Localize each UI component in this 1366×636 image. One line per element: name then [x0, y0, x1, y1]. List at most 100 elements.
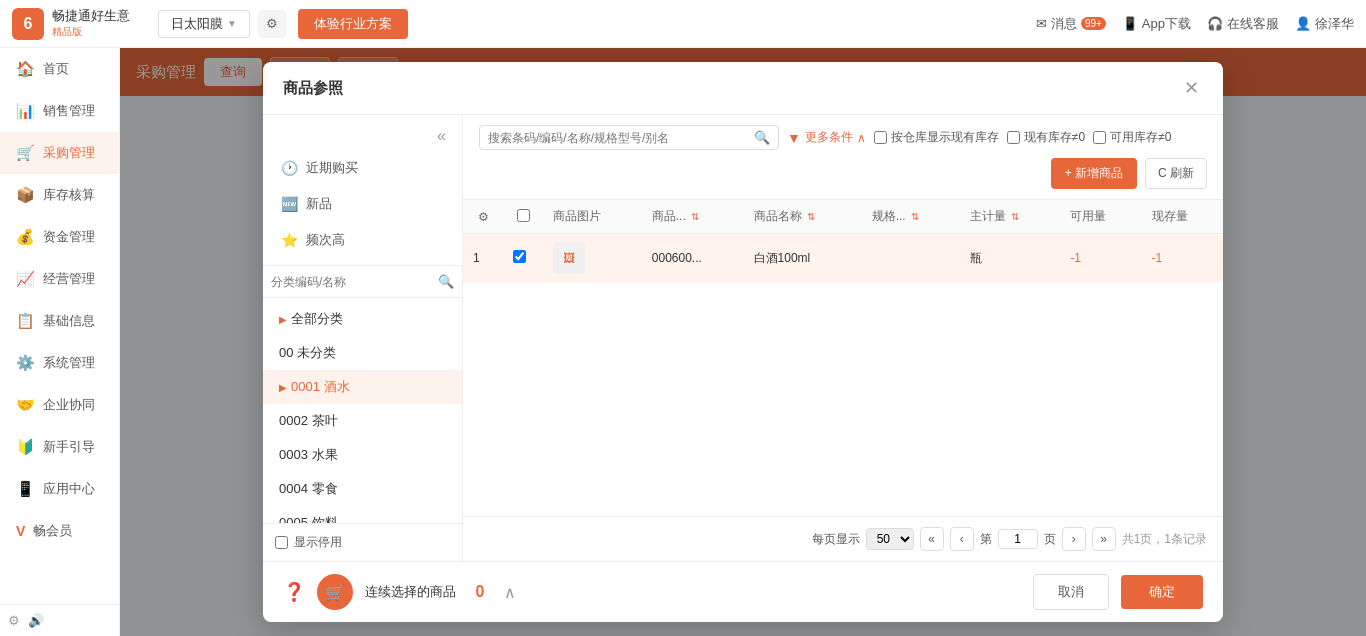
- display-disabled-checkbox[interactable]: [275, 536, 288, 549]
- category-item-all[interactable]: ▶ 全部分类: [263, 302, 462, 336]
- left-panel-tabs: « 🕐 近期购买 🆕 新品 ⭐: [263, 115, 462, 266]
- page-prev-button[interactable]: ‹: [950, 527, 974, 551]
- collapse-footer-icon[interactable]: ∧: [504, 583, 516, 602]
- page-number-input[interactable]: 1: [998, 529, 1038, 549]
- sidebar-item-operations[interactable]: 📈 经营管理: [0, 258, 119, 300]
- row-checkbox: [503, 234, 543, 283]
- select-all-checkbox[interactable]: [517, 209, 530, 222]
- sidebar-item-member[interactable]: V 畅会员: [0, 510, 119, 552]
- sort-icon-unit[interactable]: ⇅: [1011, 211, 1019, 222]
- tab-new-products[interactable]: 🆕 新品: [271, 187, 454, 221]
- warehouse-filter-checkbox[interactable]: 按仓库显示现有库存: [874, 129, 999, 146]
- left-panel: « 🕐 近期购买 🆕 新品 ⭐: [263, 115, 463, 561]
- category-search-row: 🔍: [263, 266, 462, 298]
- system-icon: ⚙️: [16, 354, 35, 372]
- settings-icon[interactable]: ⚙: [258, 10, 286, 38]
- dialog-footer: ❓ 🛒 连续选择的商品 0 ∧ 取消 确定: [263, 561, 1223, 622]
- sidebar-item-home[interactable]: 🏠 首页: [0, 48, 119, 90]
- collapse-left-button[interactable]: «: [429, 123, 454, 149]
- logo-text: 畅捷通好生意: [52, 8, 130, 25]
- category-search-input[interactable]: [271, 275, 434, 289]
- settings-bottom-icon[interactable]: ⚙: [8, 613, 20, 628]
- page-next-button[interactable]: ›: [1062, 527, 1086, 551]
- product-thumbnail: 🖼: [553, 242, 585, 274]
- sidebar-item-inventory[interactable]: 📦 库存核算: [0, 174, 119, 216]
- product-search-icon[interactable]: 🔍: [754, 130, 770, 145]
- tab-recent-purchase[interactable]: 🕐 近期购买: [271, 151, 454, 185]
- page-size-select[interactable]: 50: [866, 528, 914, 550]
- member-icon: V: [16, 523, 25, 539]
- sidebar-item-apps[interactable]: 📱 应用中心: [0, 468, 119, 510]
- inventory-icon: 📦: [16, 186, 35, 204]
- cancel-button[interactable]: 取消: [1033, 574, 1109, 610]
- category-item-drinks[interactable]: 0005 饮料: [263, 506, 462, 523]
- refresh-button[interactable]: C 刷新: [1145, 158, 1207, 189]
- col-spec: 规格... ⇅: [862, 200, 960, 234]
- new-icon: 🆕: [281, 196, 298, 212]
- online-service-button[interactable]: 🎧 在线客服: [1207, 15, 1279, 33]
- messages-button[interactable]: ✉ 消息 99+: [1036, 15, 1106, 33]
- sort-icon-spec[interactable]: ⇅: [911, 211, 919, 222]
- phone-icon: 📱: [1122, 16, 1138, 31]
- user-icon: 👤: [1295, 16, 1311, 31]
- nav-dropdown[interactable]: 日太阳膜 ▼: [158, 10, 250, 38]
- logo-area: 6 畅捷通好生意 精品版: [12, 8, 142, 40]
- col-code: 商品... ⇅: [642, 200, 744, 234]
- help-icon[interactable]: ❓: [283, 581, 305, 603]
- row-code: 000600...: [642, 234, 744, 283]
- category-item-fruit[interactable]: 0003 水果: [263, 438, 462, 472]
- category-list: ▶ 全部分类 00 未分类 ▶ 0001 酒水 0002 茶: [263, 298, 462, 523]
- app-download-button[interactable]: 📱 App下载: [1122, 15, 1191, 33]
- sidebar-item-guide[interactable]: 🔰 新手引导: [0, 426, 119, 468]
- page-last-button[interactable]: »: [1092, 527, 1116, 551]
- sidebar-item-system[interactable]: ⚙️ 系统管理: [0, 342, 119, 384]
- col-settings: ⚙: [463, 200, 503, 234]
- sort-icon-code[interactable]: ⇅: [691, 211, 699, 222]
- pagination-controls: 每页显示 50 « ‹ 第 1 页 › »: [812, 527, 1207, 551]
- user-avatar[interactable]: 👤 徐泽华: [1295, 15, 1354, 33]
- filter-icon: ▼: [787, 130, 801, 146]
- product-table: ⚙ 商品图片: [463, 200, 1223, 283]
- product-search-box: 🔍: [479, 125, 779, 150]
- category-item-tea[interactable]: 0002 茶叶: [263, 404, 462, 438]
- sort-icon-name[interactable]: ⇅: [807, 211, 815, 222]
- cart-button[interactable]: 🛒: [317, 574, 353, 610]
- enterprise-icon: 🤝: [16, 396, 35, 414]
- column-settings-icon[interactable]: ⚙: [478, 210, 489, 224]
- arrow-icon-alcohol: ▶: [279, 382, 287, 393]
- usable-filter-checkbox[interactable]: 可用库存≠0: [1093, 129, 1171, 146]
- display-disabled-row: 显示停用: [263, 523, 462, 561]
- col-unit: 主计量 ⇅: [960, 200, 1061, 234]
- category-item-alcohol[interactable]: ▶ 0001 酒水: [263, 370, 462, 404]
- volume-icon[interactable]: 🔊: [28, 613, 44, 628]
- table-row[interactable]: 1 🖼: [463, 234, 1223, 283]
- row-stock: -1: [1142, 234, 1223, 283]
- finance-icon: 💰: [16, 228, 35, 246]
- page-total: 共1页，1条记录: [1122, 531, 1207, 548]
- product-search-input[interactable]: [488, 131, 748, 145]
- tab-high-frequency[interactable]: ⭐ 频次高: [271, 223, 454, 257]
- pagination-bar: 每页显示 50 « ‹ 第 1 页 › »: [463, 516, 1223, 561]
- dialog-close-button[interactable]: ✕: [1179, 76, 1203, 100]
- filter-more-button[interactable]: ▼ 更多条件 ∧: [787, 129, 866, 146]
- experience-button[interactable]: 体验行业方案: [298, 9, 408, 39]
- modal-overlay: 商品参照 ✕ « 🕐 近期购买: [120, 48, 1366, 636]
- sidebar-item-purchase[interactable]: 🛒 采购管理: [0, 132, 119, 174]
- sidebar-item-enterprise[interactable]: 🤝 企业协同: [0, 384, 119, 426]
- row-num: 1: [463, 234, 503, 283]
- sidebar-item-finance[interactable]: 💰 资金管理: [0, 216, 119, 258]
- col-image: 商品图片: [543, 200, 642, 234]
- row-available: -1: [1060, 234, 1141, 283]
- available-filter-checkbox[interactable]: 现有库存≠0: [1007, 129, 1085, 146]
- row-unit: 瓶: [960, 234, 1061, 283]
- confirm-button[interactable]: 确定: [1121, 575, 1203, 609]
- category-search-icon[interactable]: 🔍: [438, 274, 454, 289]
- page-first-button[interactable]: «: [920, 527, 944, 551]
- sidebar: 🏠 首页 📊 销售管理 🛒 采购管理 📦 库存核算 💰 资金管理 📈 经营管理 …: [0, 48, 120, 636]
- content-area: 采购管理 查询 设置 刷新 商品参照 ✕: [120, 48, 1366, 636]
- sidebar-item-basic-info[interactable]: 📋 基础信息: [0, 300, 119, 342]
- category-item-uncategorized[interactable]: 00 未分类: [263, 336, 462, 370]
- sidebar-item-sales[interactable]: 📊 销售管理: [0, 90, 119, 132]
- add-product-button[interactable]: + 新增商品: [1051, 158, 1137, 189]
- category-item-snacks[interactable]: 0004 零食: [263, 472, 462, 506]
